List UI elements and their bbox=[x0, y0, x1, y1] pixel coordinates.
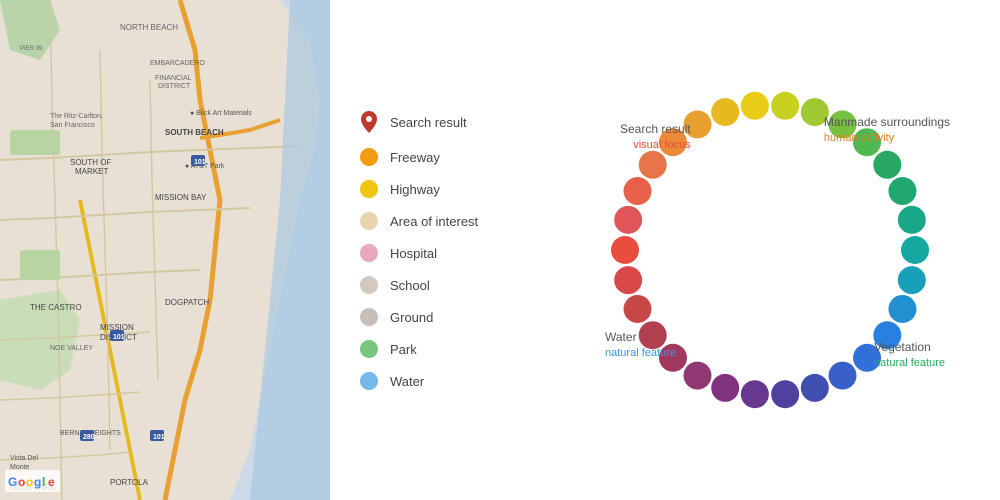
svg-text:● Blick Art Materials: ● Blick Art Materials bbox=[190, 110, 252, 117]
legend-item-label: Search result bbox=[390, 115, 467, 130]
legend-item-hospital: Hospital bbox=[360, 244, 520, 262]
svg-text:G: G bbox=[8, 475, 17, 489]
svg-text:o: o bbox=[18, 475, 25, 489]
legend-dot-icon bbox=[360, 340, 378, 358]
legend-item-label: Highway bbox=[390, 182, 440, 197]
svg-text:NORTH BEACH: NORTH BEACH bbox=[120, 23, 178, 32]
wheel-label-search-result: Search result visual focus bbox=[620, 122, 691, 152]
svg-text:101: 101 bbox=[194, 159, 206, 166]
legend-item-highway: Highway bbox=[360, 180, 520, 198]
svg-text:NOE VALLEY: NOE VALLEY bbox=[50, 345, 93, 352]
legend-panel: Search result Freeway Highway Area of inter… bbox=[360, 110, 520, 390]
pin-icon bbox=[360, 110, 378, 134]
legend-item-water: Water bbox=[360, 372, 520, 390]
legend-dot-icon bbox=[360, 148, 378, 166]
legend-dot-icon bbox=[360, 212, 378, 230]
svg-text:FINANCIAL: FINANCIAL bbox=[155, 75, 192, 82]
legend-item-label: Ground bbox=[390, 310, 433, 325]
wheel-label-vegetation: Vegetation natural feature bbox=[874, 340, 945, 370]
wheel-label-manmade: Manmade surroundings human activity bbox=[824, 115, 950, 145]
legend-item-label: School bbox=[390, 278, 430, 293]
legend-item-school: School bbox=[360, 276, 520, 294]
svg-text:g: g bbox=[34, 475, 41, 489]
legend-item-label: Area of interest bbox=[390, 214, 478, 229]
map-panel: NORTH BEACH PIER 39 EMBARCADERO FINANCIA… bbox=[0, 0, 330, 500]
legend-dot-icon bbox=[360, 244, 378, 262]
legend-item-label: Park bbox=[390, 342, 417, 357]
svg-text:o: o bbox=[26, 475, 33, 489]
right-panel: Search result Freeway Highway Area of inter… bbox=[330, 0, 1000, 500]
svg-text:e: e bbox=[48, 475, 55, 489]
svg-text:PIER 39: PIER 39 bbox=[20, 46, 43, 52]
legend-item-park: Park bbox=[360, 340, 520, 358]
legend-item-label: Freeway bbox=[390, 150, 440, 165]
legend-item-search-result: Search result bbox=[360, 110, 520, 134]
wheel-label-water: Water natural feature bbox=[605, 330, 676, 360]
legend-dot-icon bbox=[360, 372, 378, 390]
svg-text:EMBARCADERO: EMBARCADERO bbox=[150, 60, 205, 67]
svg-text:SOUTH OF: SOUTH OF bbox=[70, 158, 111, 167]
svg-text:DISTRICT: DISTRICT bbox=[158, 83, 191, 90]
svg-text:Vista Del: Vista Del bbox=[10, 455, 38, 462]
svg-text:Monte: Monte bbox=[10, 464, 30, 471]
svg-text:MARKET: MARKET bbox=[75, 167, 108, 176]
legend-dot-icon bbox=[360, 180, 378, 198]
svg-text:PORTOLA: PORTOLA bbox=[110, 478, 149, 487]
svg-text:101: 101 bbox=[153, 434, 165, 441]
svg-text:The Ritz-Carlton,: The Ritz-Carlton, bbox=[50, 113, 103, 120]
svg-text:101: 101 bbox=[113, 334, 125, 341]
legend-item-label: Hospital bbox=[390, 246, 437, 261]
map-svg: NORTH BEACH PIER 39 EMBARCADERO FINANCIA… bbox=[0, 0, 330, 500]
legend-item-ground: Ground bbox=[360, 308, 520, 326]
legend-dot-icon bbox=[360, 276, 378, 294]
legend-item-label: Water bbox=[390, 374, 424, 389]
svg-text:280: 280 bbox=[83, 434, 95, 441]
svg-text:THE CASTRO: THE CASTRO bbox=[30, 303, 82, 312]
svg-text:MISSION BAY: MISSION BAY bbox=[155, 193, 207, 202]
legend-item-area-of-interest: Area of interest bbox=[360, 212, 520, 230]
svg-text:l: l bbox=[42, 475, 45, 489]
wheel-section: Search result visual focus Manmade surro… bbox=[550, 70, 990, 430]
svg-text:SOUTH BEACH: SOUTH BEACH bbox=[165, 128, 224, 137]
legend-item-freeway: Freeway bbox=[360, 148, 520, 166]
svg-text:San Francisco: San Francisco bbox=[50, 122, 95, 129]
color-wheel-container: Search result visual focus Manmade surro… bbox=[590, 70, 950, 430]
svg-text:DOGPATCH: DOGPATCH bbox=[165, 298, 209, 307]
legend-dot-icon bbox=[360, 308, 378, 326]
